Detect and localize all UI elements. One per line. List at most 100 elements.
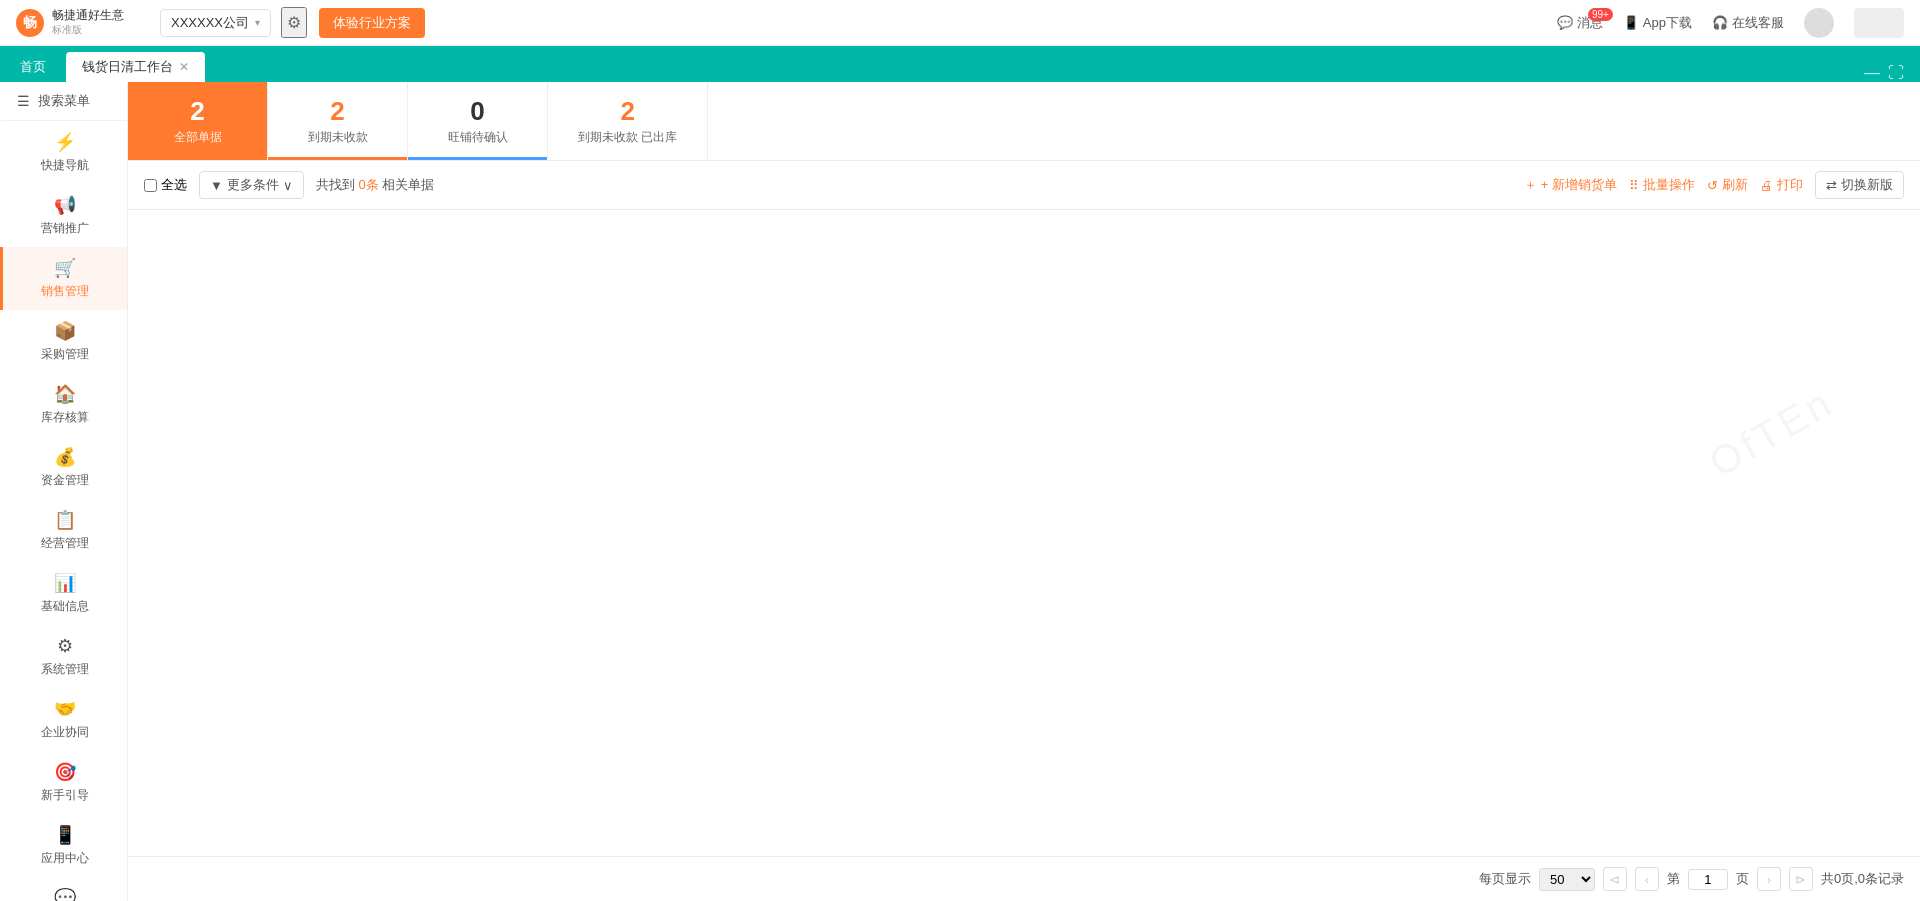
found-text: 共找到 0条 相关单据 — [316, 176, 434, 194]
purchase-icon: 📦 — [54, 320, 76, 342]
marketing-label: 营销推广 — [41, 220, 89, 237]
per-page-label: 每页显示 — [1479, 870, 1531, 888]
add-sale-button[interactable]: ＋ + 新增销货单 — [1524, 176, 1617, 194]
stat-card-overdue-shipped[interactable]: 2 到期未收款 已出库 — [548, 82, 708, 160]
print-label: 打印 — [1777, 176, 1803, 194]
select-all-input[interactable] — [144, 179, 157, 192]
company-name: XXXXXX公司 — [171, 14, 249, 32]
switch-label: 切换新版 — [1841, 176, 1893, 194]
nav-tabs-bar: 首页 钱货日清工作台 ✕ — ⛶ — [0, 46, 1920, 82]
batch-operation-button[interactable]: ⠿ 批量操作 — [1629, 176, 1695, 194]
sidebar-item-app-center[interactable]: 📱 应用中心 — [0, 814, 127, 877]
trial-button[interactable]: 体验行业方案 — [319, 8, 425, 38]
print-button[interactable]: 🖨 打印 — [1760, 176, 1803, 194]
search-menu-icon: ☰ — [17, 93, 30, 109]
search-menu-label: 搜索菜单 — [38, 92, 90, 110]
sidebar-item-inventory[interactable]: 🏠 库存核算 — [0, 373, 127, 436]
enterprise-collab-label: 企业协同 — [41, 724, 89, 741]
messages-badge: 99+ — [1588, 8, 1613, 21]
stat-num-wangpu: 0 — [470, 96, 484, 127]
service-icon: 🎧 — [1712, 15, 1728, 30]
total-info: 共0页,0条记录 — [1821, 870, 1904, 888]
main-layout: ☰ 搜索菜单 ⚡ 快捷导航 📢 营销推广 🛒 销售管理 📦 采购管理 🏠 库存核… — [0, 82, 1920, 901]
online-service-button[interactable]: 🎧 在线客服 — [1712, 14, 1784, 32]
select-all-label: 全选 — [161, 176, 187, 194]
add-sale-label: + 新增销货单 — [1541, 176, 1617, 194]
watermark: OfTEn — [1702, 379, 1842, 486]
logo-title: 畅捷通好生意 — [52, 8, 124, 24]
stat-card-overdue[interactable]: 2 到期未收款 — [268, 82, 408, 160]
sidebar-item-guide[interactable]: 🎯 新手引导 — [0, 751, 127, 814]
sales-label: 销售管理 — [41, 283, 89, 300]
download-icon: 📱 — [1623, 15, 1639, 30]
sidebar-item-basic-info[interactable]: 📊 基础信息 — [0, 562, 127, 625]
sidebar-item-search-menu[interactable]: ☰ 搜索菜单 — [0, 82, 127, 121]
avatar[interactable] — [1804, 8, 1834, 38]
maximize-icon[interactable]: ⛶ — [1888, 64, 1904, 82]
toolbar-right: ＋ + 新增销货单 ⠿ 批量操作 ↺ 刷新 🖨 打印 ⇄ 切换新版 — [1524, 171, 1904, 199]
logo-text-area: 畅捷通好生意 标准版 — [52, 8, 124, 38]
sidebar: ☰ 搜索菜单 ⚡ 快捷导航 📢 营销推广 🛒 销售管理 📦 采购管理 🏠 库存核… — [0, 82, 128, 901]
guide-label: 新手引导 — [41, 787, 89, 804]
chevron-down-icon: ▾ — [255, 17, 260, 28]
page-number-input[interactable] — [1688, 869, 1728, 890]
switch-version-button[interactable]: ⇄ 切换新版 — [1815, 171, 1904, 199]
refresh-button[interactable]: ↺ 刷新 — [1707, 176, 1748, 194]
basic-info-label: 基础信息 — [41, 598, 89, 615]
avatar-extra[interactable] — [1854, 8, 1904, 38]
settings-button[interactable]: ⚙ — [281, 7, 307, 38]
sidebar-item-purchase[interactable]: 📦 采购管理 — [0, 310, 127, 373]
online-service-label: 在线客服 — [1732, 14, 1784, 32]
sidebar-item-marketing[interactable]: 📢 营销推广 — [0, 184, 127, 247]
sidebar-item-enterprise-wechat[interactable]: 💬 企业微信 — [0, 877, 127, 901]
quick-nav-label: 快捷导航 — [41, 157, 89, 174]
system-label: 系统管理 — [41, 661, 89, 678]
tab-close-icon[interactable]: ✕ — [179, 60, 189, 74]
page-label-end: 页 — [1736, 870, 1749, 888]
filter-icon: ▼ — [210, 178, 223, 193]
sidebar-item-quick-nav[interactable]: ⚡ 快捷导航 — [0, 121, 127, 184]
app-center-icon: 📱 — [54, 824, 76, 846]
filter-label: 更多条件 — [227, 176, 279, 194]
minimize-icon[interactable]: — — [1864, 64, 1880, 82]
last-page-button[interactable]: ⊳ — [1789, 867, 1813, 891]
first-page-button[interactable]: ⊲ — [1603, 867, 1627, 891]
sidebar-item-operations[interactable]: 📋 经营管理 — [0, 499, 127, 562]
filter-button[interactable]: ▼ 更多条件 ∨ — [199, 171, 304, 199]
stat-label-overdue: 到期未收款 — [308, 129, 368, 146]
stat-label-overdue-shipped: 到期未收款 已出库 — [578, 129, 677, 146]
company-selector[interactable]: XXXXXX公司 ▾ — [160, 9, 271, 37]
operations-icon: 📋 — [54, 509, 76, 531]
logo-badge: 标准版 — [52, 23, 124, 37]
stat-label-wangpu: 旺铺待确认 — [448, 129, 508, 146]
top-header: 畅 畅捷通好生意 标准版 XXXXXX公司 ▾ ⚙ 体验行业方案 💬 消息 99… — [0, 0, 1920, 46]
toolbar-left: 全选 ▼ 更多条件 ∨ 共找到 0条 相关单据 — [144, 171, 434, 199]
found-num: 0条 — [359, 177, 379, 192]
tab-qhrc-label: 钱货日清工作台 — [82, 58, 173, 76]
sidebar-item-sales[interactable]: 🛒 销售管理 — [0, 247, 127, 310]
app-download-button[interactable]: 📱 App下载 — [1623, 14, 1692, 32]
next-page-button[interactable]: › — [1757, 867, 1781, 891]
tab-home[interactable]: 首页 — [0, 52, 66, 82]
logo-area: 畅 畅捷通好生意 标准版 — [16, 8, 144, 38]
enterprise-collab-icon: 🤝 — [54, 698, 76, 720]
plus-icon: ＋ — [1524, 176, 1537, 194]
sidebar-item-enterprise-collab[interactable]: 🤝 企业协同 — [0, 688, 127, 751]
sales-icon: 🛒 — [54, 257, 76, 279]
per-page-select[interactable]: 50 100 200 — [1539, 868, 1595, 891]
stat-label-all: 全部单据 — [174, 129, 222, 146]
filter-chevron-icon: ∨ — [283, 178, 293, 193]
sidebar-item-finance[interactable]: 💰 资金管理 — [0, 436, 127, 499]
refresh-label: 刷新 — [1722, 176, 1748, 194]
batch-icon: ⠿ — [1629, 178, 1639, 193]
tab-qhrc[interactable]: 钱货日清工作台 ✕ — [66, 52, 205, 82]
select-all-checkbox[interactable]: 全选 — [144, 176, 187, 194]
switch-icon: ⇄ — [1826, 178, 1837, 193]
stat-card-all[interactable]: 2 全部单据 — [128, 82, 268, 160]
stat-card-wangpu[interactable]: 0 旺铺待确认 — [408, 82, 548, 160]
prev-page-button[interactable]: ‹ — [1635, 867, 1659, 891]
print-icon: 🖨 — [1760, 178, 1773, 193]
messages-button[interactable]: 💬 消息 99+ — [1557, 14, 1603, 32]
sidebar-item-system[interactable]: ⚙ 系统管理 — [0, 625, 127, 688]
nav-right-actions: — ⛶ — [1864, 64, 1920, 82]
